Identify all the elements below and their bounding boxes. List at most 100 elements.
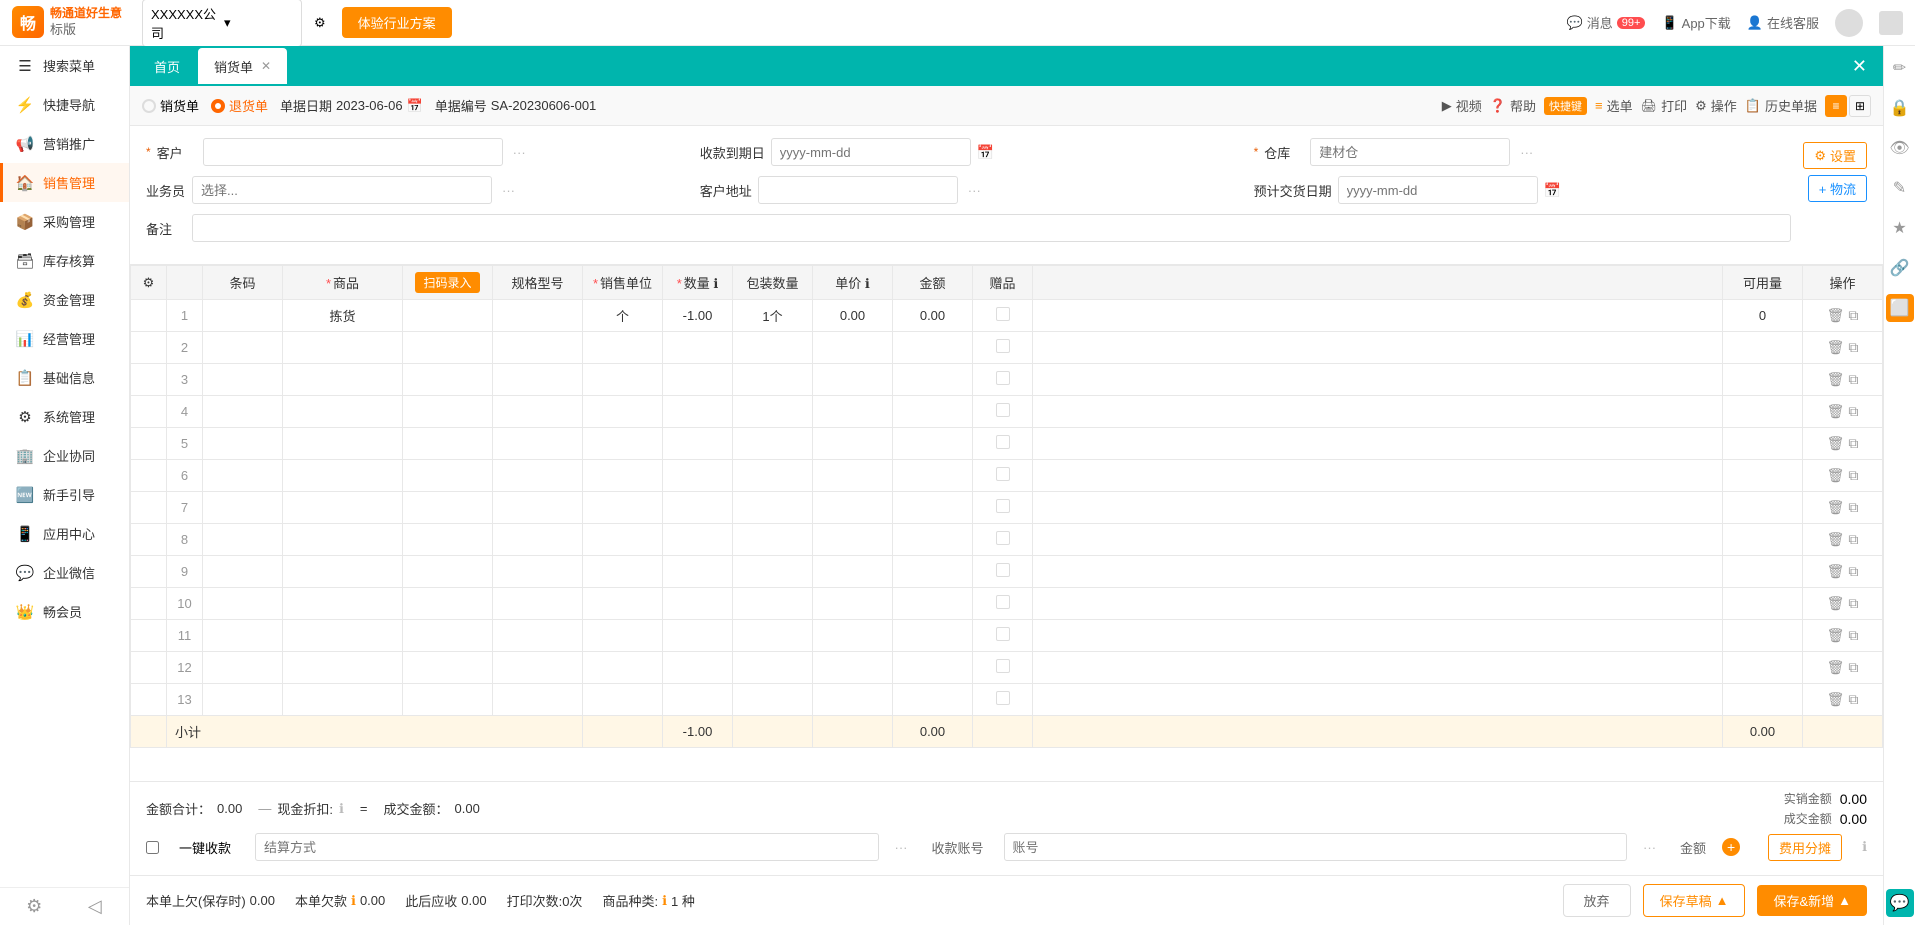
sidebar-item-quick-nav[interactable]: ⚡ 快捷导航 [0, 85, 129, 124]
row4-copy-icon[interactable]: ⧉ [1848, 403, 1858, 420]
overdue-help-icon[interactable]: ℹ [351, 893, 356, 909]
row2-pkgqty[interactable] [733, 332, 813, 364]
row5-copy-icon[interactable]: ⧉ [1848, 435, 1858, 452]
payment-due-input[interactable] [771, 138, 971, 166]
sidebar-item-inventory[interactable]: 🗃 库存核算 [0, 241, 129, 280]
customer-addr-input[interactable] [758, 176, 958, 204]
shortcut-button[interactable]: 快捷键 [1544, 97, 1587, 115]
close-window-icon[interactable]: ✕ [1844, 56, 1875, 77]
app-download-button[interactable]: 📱 App下载 [1661, 13, 1730, 32]
row1-gift-checkbox[interactable] [996, 307, 1010, 321]
help-button[interactable]: ❓ 帮助 [1490, 96, 1536, 115]
row1-pkgqty[interactable]: 1个 [733, 300, 813, 332]
warehouse-input[interactable] [1310, 138, 1510, 166]
user-menu-icon[interactable] [1879, 11, 1903, 35]
sidebar-collapse-button[interactable]: ◁ [69, 896, 122, 917]
product-types-help-icon[interactable]: ℹ [662, 893, 667, 909]
sidebar-item-appstore[interactable]: 📱 应用中心 [0, 514, 129, 553]
sidebar-item-finance[interactable]: 💰 资金管理 [0, 280, 129, 319]
row8-copy-icon[interactable]: ⧉ [1848, 531, 1858, 548]
tab-sales-order[interactable]: 销货单 ✕ [198, 48, 287, 84]
row10-copy-icon[interactable]: ⧉ [1848, 595, 1858, 612]
row9-delete-icon[interactable]: 🗑 [1827, 563, 1845, 580]
save-draft-button[interactable]: 保存草稿 ▲ [1643, 884, 1746, 917]
print-button[interactable]: 🖨 打印 [1641, 96, 1688, 115]
row5-delete-icon[interactable]: 🗑 [1827, 435, 1845, 452]
row2-price[interactable] [813, 332, 893, 364]
row7-delete-icon[interactable]: 🗑 [1827, 499, 1845, 516]
one-click-payment-checkbox[interactable] [146, 841, 159, 854]
sidebar-settings-button[interactable]: ⚙ [8, 896, 61, 917]
settlement-dots[interactable]: ··· [895, 840, 908, 855]
user-avatar[interactable] [1835, 9, 1863, 37]
row2-gift[interactable] [973, 332, 1033, 364]
row4-delete-icon[interactable]: 🗑 [1827, 403, 1845, 420]
col-settings-header[interactable]: ⚙ [131, 266, 167, 300]
row11-copy-icon[interactable]: ⧉ [1848, 627, 1858, 644]
row1-gift[interactable] [973, 300, 1033, 332]
rs-orange-icon[interactable]: ⬜ [1886, 294, 1914, 322]
row1-delete-icon[interactable]: 🗑 [1827, 307, 1845, 324]
rs-link-icon[interactable]: 🔗 [1886, 254, 1914, 282]
expenses-button[interactable]: 费用分摊 [1768, 834, 1842, 861]
row13-copy-icon[interactable]: ⧉ [1848, 691, 1858, 708]
sidebar-item-wechat[interactable]: 💬 企业微信 [0, 553, 129, 592]
trial-button[interactable]: 体验行业方案 [342, 7, 452, 38]
addr-dots[interactable]: ··· [968, 183, 981, 198]
select-order-button[interactable]: ≡ 选单 [1595, 96, 1633, 115]
logistics-button[interactable]: + 物流 [1808, 175, 1867, 202]
sidebar-item-system[interactable]: ⚙ 系统管理 [0, 397, 129, 436]
scan-button[interactable]: 扫码录入 [415, 272, 479, 293]
settings-button[interactable]: ⚙ 设置 [1803, 142, 1867, 169]
online-service-button[interactable]: 👤 在线客服 [1747, 13, 1819, 32]
rs-view-icon[interactable]: 👁 [1886, 134, 1914, 162]
sidebar-item-basic[interactable]: 📋 基础信息 [0, 358, 129, 397]
rs-pencil-icon[interactable]: ✎ [1886, 174, 1914, 202]
messages-button[interactable]: 💬 消息 99+ [1567, 13, 1646, 32]
account-dots[interactable]: ··· [1643, 840, 1656, 855]
salesperson-dots[interactable]: ··· [502, 183, 515, 198]
row1-barcode[interactable] [203, 300, 283, 332]
grid-view-button[interactable]: ⊞ [1849, 95, 1871, 117]
add-payment-button[interactable]: + [1722, 838, 1740, 856]
row1-copy-icon[interactable]: ⧉ [1848, 307, 1858, 324]
calendar-icon[interactable]: 📅 [407, 98, 423, 114]
row2-qty[interactable] [663, 332, 733, 364]
sidebar-item-sales[interactable]: 🏠 销售管理 [0, 163, 129, 202]
sidebar-item-marketing[interactable]: 📢 营销推广 [0, 124, 129, 163]
row2-product[interactable] [283, 332, 403, 364]
row2-gift-checkbox[interactable] [996, 339, 1010, 353]
row2-unit[interactable] [583, 332, 663, 364]
sidebar-item-search[interactable]: ☰ 搜索菜单 [0, 46, 129, 85]
row9-copy-icon[interactable]: ⧉ [1848, 563, 1858, 580]
settlement-method-input[interactable] [255, 833, 879, 861]
salesperson-input[interactable] [192, 176, 492, 204]
row10-delete-icon[interactable]: 🗑 [1827, 595, 1845, 612]
account-input[interactable] [1004, 833, 1628, 861]
row2-amount[interactable] [893, 332, 973, 364]
row1-amount[interactable]: 0.00 [893, 300, 973, 332]
rs-edit-icon[interactable]: ✏ [1886, 54, 1914, 82]
row1-price[interactable]: 0.00 [813, 300, 893, 332]
save-new-button[interactable]: 保存&新增 ▲ [1757, 885, 1867, 916]
history-button[interactable]: 📋 历史单据 [1745, 96, 1817, 115]
row1-product[interactable]: 拣货 [283, 300, 403, 332]
sidebar-item-ops[interactable]: 📊 经营管理 [0, 319, 129, 358]
row1-qty[interactable]: -1.00 [663, 300, 733, 332]
radio-return-order[interactable]: 退货单 [211, 96, 268, 115]
warehouse-dots[interactable]: ··· [1520, 145, 1533, 160]
customer-input[interactable] [203, 138, 503, 166]
expenses-help-icon[interactable]: ℹ [1862, 839, 1867, 855]
row3-copy-icon[interactable]: ⧉ [1848, 371, 1858, 388]
row13-delete-icon[interactable]: 🗑 [1827, 691, 1845, 708]
tab-home[interactable]: 首页 [138, 46, 196, 86]
customer-dots[interactable]: ··· [513, 145, 526, 160]
video-button[interactable]: ▶ 视频 [1442, 96, 1482, 115]
cash-discount-help-icon[interactable]: ℹ [339, 801, 344, 817]
delivery-calendar-icon[interactable]: 📅 [1544, 182, 1561, 199]
settings-icon[interactable]: ⚙ [310, 11, 330, 35]
row2-copy-icon[interactable]: ⧉ [1848, 339, 1858, 356]
row12-delete-icon[interactable]: 🗑 [1827, 659, 1845, 676]
col-scan-header[interactable]: 扫码录入 [403, 266, 493, 300]
payment-due-calendar-icon[interactable]: 📅 [977, 144, 994, 161]
